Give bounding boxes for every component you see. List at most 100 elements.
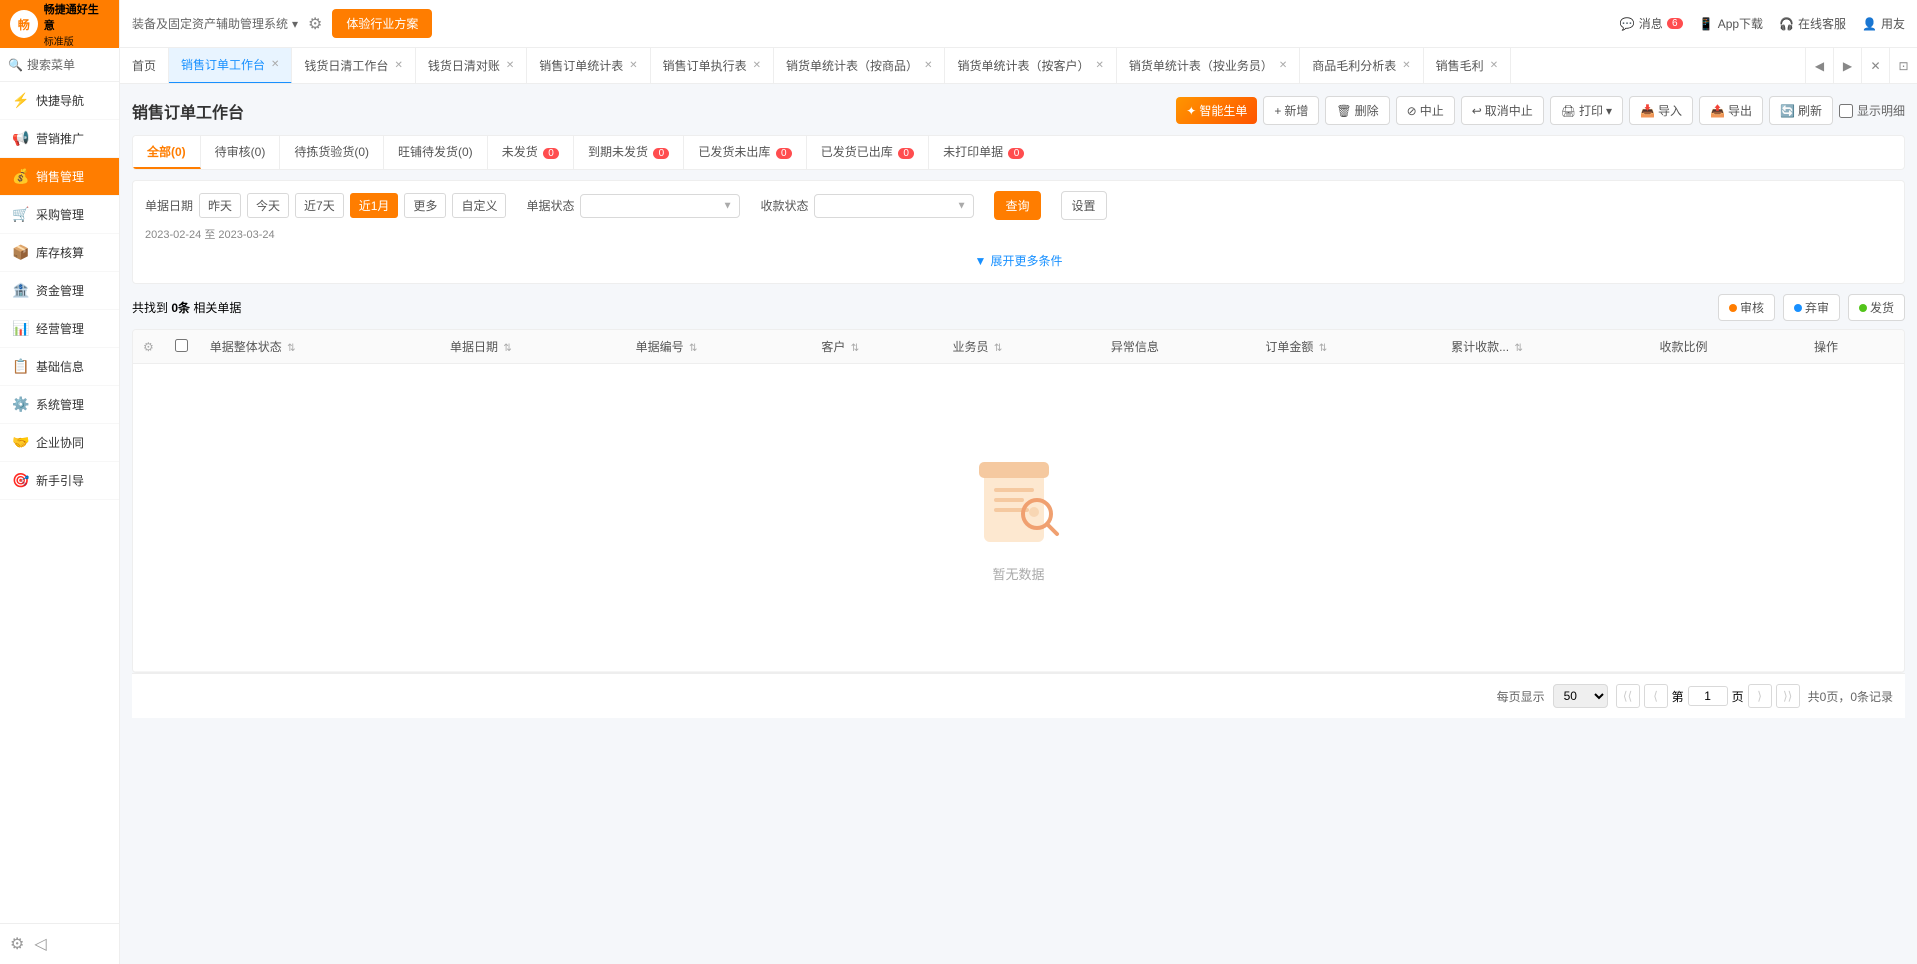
show-detail-checkbox[interactable]	[1839, 104, 1853, 118]
first-page-btn[interactable]: ⟨⟨	[1616, 684, 1640, 708]
cancel-stop-btn[interactable]: ↩ 取消中止	[1461, 96, 1544, 125]
status-select[interactable]	[580, 194, 740, 218]
filter-tab-overdue-ship[interactable]: 到期未发货 0	[574, 136, 684, 169]
sort-number-icon[interactable]: ⇅	[689, 343, 697, 354]
app-download-btn[interactable]: 📱 App下载	[1699, 15, 1763, 32]
refresh-btn[interactable]: 🔄 刷新	[1769, 96, 1833, 125]
expand-btn[interactable]: ▼ 展开更多条件	[967, 248, 1071, 273]
sidebar-item-purchase[interactable]: 🛒 采购管理	[0, 196, 119, 234]
per-page-select[interactable]: 50 20 100	[1553, 684, 1608, 708]
solution-btn[interactable]: 体验行业方案	[332, 9, 432, 38]
settings-btn[interactable]: 设置	[1061, 191, 1107, 220]
new-btn[interactable]: + 新增	[1263, 96, 1319, 125]
sort-received-icon[interactable]: ⇅	[1514, 343, 1522, 354]
col-settings[interactable]: ⚙	[133, 330, 164, 364]
tab-close-sales-stats-staff[interactable]: ✕	[1279, 60, 1287, 71]
sort-customer-icon[interactable]: ⇅	[851, 343, 859, 354]
table-body: 暂无数据	[133, 364, 1904, 672]
tab-sales-exec[interactable]: 销售订单执行表 ✕	[651, 48, 774, 84]
tab-expand[interactable]: ⊡	[1889, 48, 1917, 84]
select-all-checkbox[interactable]	[175, 339, 188, 352]
sidebar-item-inventory[interactable]: 📦 库存核算	[0, 234, 119, 272]
more-btn[interactable]: 更多	[404, 193, 446, 218]
tab-close-cash-daily[interactable]: ✕	[394, 60, 402, 71]
settings-footer-icon[interactable]: ⚙	[10, 934, 24, 954]
filter-tab-shipped-not-out[interactable]: 已发货未出库 0	[684, 136, 806, 169]
yesterday-btn[interactable]: 昨天	[199, 193, 241, 218]
sidebar-item-enterprise[interactable]: 🤝 企业协同	[0, 424, 119, 462]
sidebar-item-marketing[interactable]: 📢 营销推广	[0, 120, 119, 158]
sidebar-item-system[interactable]: ⚙️ 系统管理	[0, 386, 119, 424]
sort-staff-icon[interactable]: ⇅	[994, 343, 1002, 354]
empty-illustration	[969, 452, 1069, 552]
print-btn[interactable]: 🖨 打印 ▾	[1550, 96, 1623, 125]
tab-close-sales-workbench[interactable]: ✕	[271, 59, 279, 70]
topbar-gear-icon[interactable]: ⚙	[308, 14, 322, 34]
filter-tab-pending-review[interactable]: 待审核(0)	[201, 136, 281, 169]
system-title-dropdown[interactable]: 装备及固定资产辅助管理系统 ▾	[132, 15, 298, 32]
tab-sales-workbench[interactable]: 销售订单工作台 ✕	[169, 48, 292, 84]
last-page-btn[interactable]: ⟩⟩	[1776, 684, 1800, 708]
tab-scroll-right[interactable]: ▶	[1833, 48, 1861, 84]
message-btn[interactable]: 💬 消息 6	[1620, 15, 1683, 32]
tab-close-sales-stats-customer[interactable]: ✕	[1095, 60, 1103, 71]
tab-sales-profit[interactable]: 销售毛利 ✕	[1424, 48, 1511, 84]
import-btn[interactable]: 📥 导入	[1629, 96, 1693, 125]
tab-scroll-left[interactable]: ◀	[1805, 48, 1833, 84]
sort-status-icon[interactable]: ⇅	[287, 343, 295, 354]
col-received: 累计收款... ⇅	[1441, 330, 1649, 364]
sidebar-item-quick-nav[interactable]: ⚡ 快捷导航	[0, 82, 119, 120]
tab-cash-daily[interactable]: 钱货日清工作台 ✕	[292, 48, 415, 84]
today-btn[interactable]: 今天	[247, 193, 289, 218]
tab-home[interactable]: 首页	[120, 48, 169, 84]
tab-margin-analysis[interactable]: 商品毛利分析表 ✕	[1300, 48, 1423, 84]
payment-select[interactable]	[814, 194, 974, 218]
search-menu[interactable]: 🔍 搜索菜单	[0, 48, 119, 82]
uncheck-quick-btn[interactable]: 弃审	[1783, 294, 1840, 321]
delete-icon: 🗑	[1336, 104, 1351, 118]
export-btn[interactable]: 📤 导出	[1699, 96, 1763, 125]
tab-close-margin-analysis[interactable]: ✕	[1402, 60, 1410, 71]
tab-close-sales-stats-product[interactable]: ✕	[924, 60, 932, 71]
sidebar-item-basic[interactable]: 📋 基础信息	[0, 348, 119, 386]
online-service-btn[interactable]: 🎧 在线客服	[1779, 15, 1846, 32]
next-page-btn[interactable]: ⟩	[1748, 684, 1772, 708]
page-input[interactable]	[1688, 686, 1728, 706]
tab-sales-stats-customer[interactable]: 销货单统计表（按客户） ✕	[945, 48, 1116, 84]
sidebar-item-operations[interactable]: 📊 经营管理	[0, 310, 119, 348]
tab-cash-reconcile[interactable]: 钱货日清对账 ✕	[416, 48, 527, 84]
filter-tab-shipped-out[interactable]: 已发货已出库 0	[807, 136, 929, 169]
search-btn[interactable]: 查询	[994, 191, 1040, 220]
custom-btn[interactable]: 自定义	[452, 193, 506, 218]
review-quick-btn[interactable]: 审核	[1718, 294, 1775, 321]
ship-quick-btn[interactable]: 发货	[1848, 294, 1905, 321]
show-detail-label: 显示明细	[1839, 102, 1905, 119]
sidebar-item-sales[interactable]: 💰 销售管理	[0, 158, 119, 196]
prev-page-btn[interactable]: ⟨	[1644, 684, 1668, 708]
delete-btn[interactable]: 🗑 删除	[1325, 96, 1389, 125]
filter-tab-not-printed[interactable]: 未打印单据 0	[929, 136, 1038, 169]
tab-close-all[interactable]: ✕	[1861, 48, 1889, 84]
stop-btn[interactable]: ⊘ 中止	[1396, 96, 1455, 125]
tab-sales-stats[interactable]: 销售订单统计表 ✕	[527, 48, 650, 84]
last1m-btn[interactable]: 近1月	[350, 193, 399, 218]
tab-close-sales-profit[interactable]: ✕	[1490, 60, 1498, 71]
ai-generate-btn[interactable]: ✦ 智能生单	[1176, 97, 1257, 124]
tab-sales-stats-staff[interactable]: 销货单统计表（按业务员） ✕	[1117, 48, 1300, 84]
sort-amount-icon[interactable]: ⇅	[1319, 343, 1327, 354]
sidebar-item-guide[interactable]: 🎯 新手引导	[0, 462, 119, 500]
tab-sales-stats-product[interactable]: 销货单统计表（按商品） ✕	[774, 48, 945, 84]
tab-close-cash-reconcile[interactable]: ✕	[506, 60, 514, 71]
filter-tab-wangpu-ship[interactable]: 旺铺待发货(0)	[384, 136, 488, 169]
tab-close-sales-stats[interactable]: ✕	[629, 60, 637, 71]
sort-date-icon[interactable]: ⇅	[503, 343, 511, 354]
tab-close-sales-exec[interactable]: ✕	[753, 60, 761, 71]
filter-tab-pending-inspect[interactable]: 待拣货验货(0)	[280, 136, 384, 169]
user-btn[interactable]: 👤 用友	[1862, 15, 1905, 32]
filter-tab-all[interactable]: 全部(0)	[133, 136, 201, 169]
collapse-icon[interactable]: ◁	[34, 934, 46, 954]
filter-tab-not-shipped[interactable]: 未发货 0	[488, 136, 574, 169]
sidebar-item-finance[interactable]: 🏦 资金管理	[0, 272, 119, 310]
last7-btn[interactable]: 近7天	[295, 193, 344, 218]
col-actions: 操作	[1804, 330, 1904, 364]
